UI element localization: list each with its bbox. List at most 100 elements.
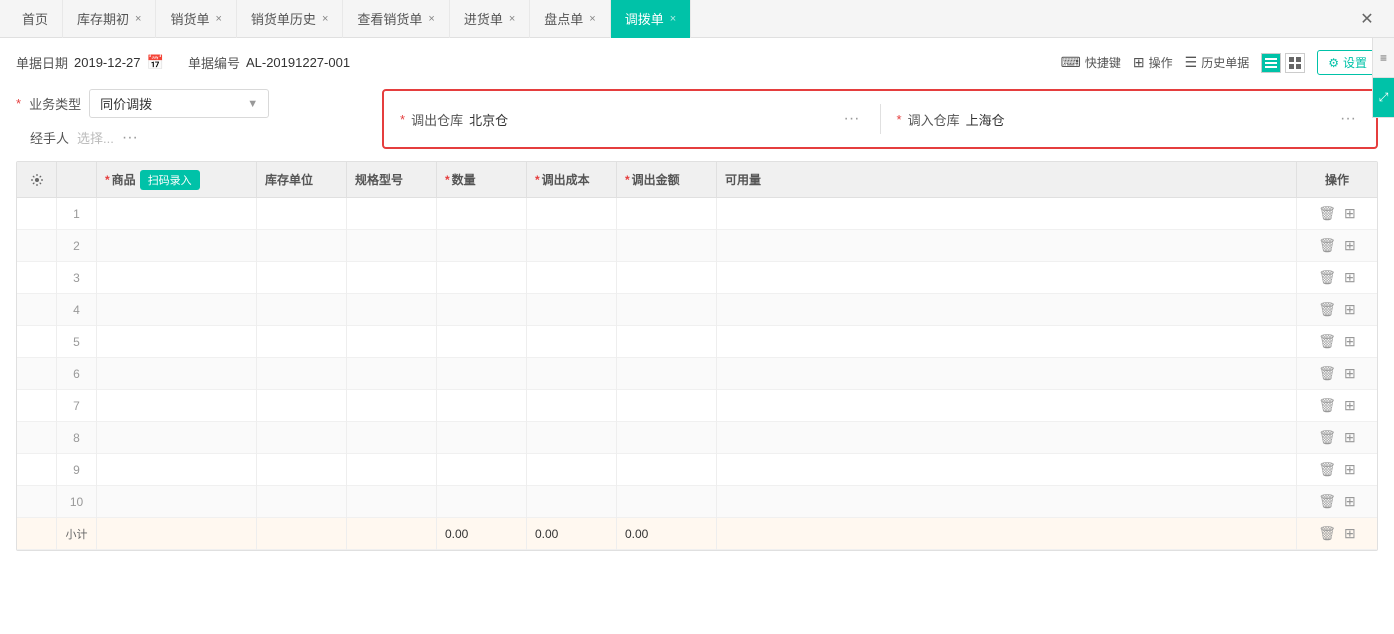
- tab-stocktake-close[interactable]: ×: [589, 13, 595, 25]
- td-product-8[interactable]: [97, 422, 257, 454]
- td-unit-7[interactable]: [257, 390, 347, 422]
- tab-sales-order[interactable]: 销货单 ×: [156, 0, 236, 38]
- tab-purchase-order-close[interactable]: ×: [509, 13, 515, 25]
- handler-more-icon[interactable]: ···: [122, 129, 138, 147]
- td-spec-6[interactable]: [347, 358, 437, 390]
- td-cost-5[interactable]: [527, 326, 617, 358]
- td-cost-1[interactable]: [527, 198, 617, 230]
- td-spec-8[interactable]: [347, 422, 437, 454]
- copy-icon-11[interactable]: ⊞: [1344, 525, 1356, 542]
- td-spec-9[interactable]: [347, 454, 437, 486]
- td-amount-9[interactable]: [617, 454, 717, 486]
- td-qty-6[interactable]: [437, 358, 527, 390]
- delete-icon-9[interactable]: 🗑: [1318, 461, 1336, 478]
- tab-purchase-order[interactable]: 进货单 ×: [450, 0, 530, 38]
- sidebar-expand-icon[interactable]: ⤢: [1373, 78, 1394, 118]
- history-button[interactable]: ☰ 历史单据: [1185, 54, 1250, 71]
- td-amount-4[interactable]: [617, 294, 717, 326]
- calendar-icon[interactable]: 📅: [147, 54, 164, 71]
- tab-transfer[interactable]: 调拨单 ×: [611, 0, 691, 38]
- td-amount-8[interactable]: [617, 422, 717, 454]
- tab-view-sales[interactable]: 查看销货单 ×: [343, 0, 449, 38]
- td-unit-1[interactable]: [257, 198, 347, 230]
- tab-inventory-init[interactable]: 库存期初 ×: [63, 0, 156, 38]
- td-spec-3[interactable]: [347, 262, 437, 294]
- setting-button[interactable]: ⚙ 设置: [1317, 50, 1378, 75]
- th-settings[interactable]: [17, 162, 57, 198]
- copy-icon-4[interactable]: ⊞: [1344, 301, 1356, 318]
- td-spec-2[interactable]: [347, 230, 437, 262]
- td-qty-10[interactable]: [437, 486, 527, 518]
- td-amount-2[interactable]: [617, 230, 717, 262]
- tab-view-sales-close[interactable]: ×: [428, 13, 434, 25]
- td-cost-3[interactable]: [527, 262, 617, 294]
- delete-icon-7[interactable]: 🗑: [1318, 397, 1336, 414]
- list-view-button[interactable]: [1261, 53, 1281, 73]
- td-cost-2[interactable]: [527, 230, 617, 262]
- delete-icon-3[interactable]: 🗑: [1318, 269, 1336, 286]
- handler-select[interactable]: 选择...: [77, 128, 114, 147]
- tab-sales-history-close[interactable]: ×: [322, 13, 328, 25]
- td-qty-5[interactable]: [437, 326, 527, 358]
- td-spec-4[interactable]: [347, 294, 437, 326]
- td-amount-6[interactable]: [617, 358, 717, 390]
- td-spec-5[interactable]: [347, 326, 437, 358]
- td-qty-8[interactable]: [437, 422, 527, 454]
- td-unit-8[interactable]: [257, 422, 347, 454]
- td-product-1[interactable]: [97, 198, 257, 230]
- copy-icon-5[interactable]: ⊞: [1344, 333, 1356, 350]
- td-amount-3[interactable]: [617, 262, 717, 294]
- td-product-3[interactable]: [97, 262, 257, 294]
- td-cost-7[interactable]: [527, 390, 617, 422]
- tab-transfer-close[interactable]: ×: [670, 13, 676, 25]
- business-type-select[interactable]: 同价调拨 ▼: [89, 89, 269, 118]
- td-unit-6[interactable]: [257, 358, 347, 390]
- td-cost-9[interactable]: [527, 454, 617, 486]
- td-qty-1[interactable]: [437, 198, 527, 230]
- copy-icon-8[interactable]: ⊞: [1344, 429, 1356, 446]
- delete-icon-1[interactable]: 🗑: [1318, 205, 1336, 222]
- operations-button[interactable]: ⊞ 操作: [1133, 54, 1173, 71]
- td-amount-5[interactable]: [617, 326, 717, 358]
- delete-icon-10[interactable]: 🗑: [1318, 493, 1336, 510]
- delete-icon-11[interactable]: 🗑: [1318, 525, 1336, 542]
- delete-icon-4[interactable]: 🗑: [1318, 301, 1336, 318]
- td-unit-4[interactable]: [257, 294, 347, 326]
- td-spec-7[interactable]: [347, 390, 437, 422]
- td-unit-5[interactable]: [257, 326, 347, 358]
- td-qty-7[interactable]: [437, 390, 527, 422]
- td-product-10[interactable]: [97, 486, 257, 518]
- td-amount-7[interactable]: [617, 390, 717, 422]
- td-amount-1[interactable]: [617, 198, 717, 230]
- td-cost-8[interactable]: [527, 422, 617, 454]
- tab-stocktake[interactable]: 盘点单 ×: [530, 0, 610, 38]
- td-product-9[interactable]: [97, 454, 257, 486]
- td-spec-1[interactable]: [347, 198, 437, 230]
- td-qty-9[interactable]: [437, 454, 527, 486]
- tab-home[interactable]: 首页: [8, 0, 63, 38]
- td-product-4[interactable]: [97, 294, 257, 326]
- td-unit-2[interactable]: [257, 230, 347, 262]
- delete-icon-2[interactable]: 🗑: [1318, 237, 1336, 254]
- td-spec-10[interactable]: [347, 486, 437, 518]
- td-unit-3[interactable]: [257, 262, 347, 294]
- transfer-out-more-icon[interactable]: ···: [840, 110, 864, 128]
- td-product-7[interactable]: [97, 390, 257, 422]
- copy-icon-9[interactable]: ⊞: [1344, 461, 1356, 478]
- copy-icon-7[interactable]: ⊞: [1344, 397, 1356, 414]
- grid-view-button[interactable]: [1285, 53, 1305, 73]
- copy-icon-6[interactable]: ⊞: [1344, 365, 1356, 382]
- copy-icon-1[interactable]: ⊞: [1344, 205, 1356, 222]
- td-product-6[interactable]: [97, 358, 257, 390]
- copy-icon-10[interactable]: ⊞: [1344, 493, 1356, 510]
- transfer-in-more-icon[interactable]: ···: [1336, 110, 1360, 128]
- td-cost-4[interactable]: [527, 294, 617, 326]
- td-product-2[interactable]: [97, 230, 257, 262]
- tab-sales-history[interactable]: 销货单历史 ×: [237, 0, 343, 38]
- shortcuts-button[interactable]: ⌨ 快捷键: [1061, 54, 1121, 71]
- td-product-5[interactable]: [97, 326, 257, 358]
- scan-button[interactable]: 扫码录入: [140, 170, 200, 190]
- td-cost-10[interactable]: [527, 486, 617, 518]
- tab-sales-order-close[interactable]: ×: [215, 13, 221, 25]
- td-qty-3[interactable]: [437, 262, 527, 294]
